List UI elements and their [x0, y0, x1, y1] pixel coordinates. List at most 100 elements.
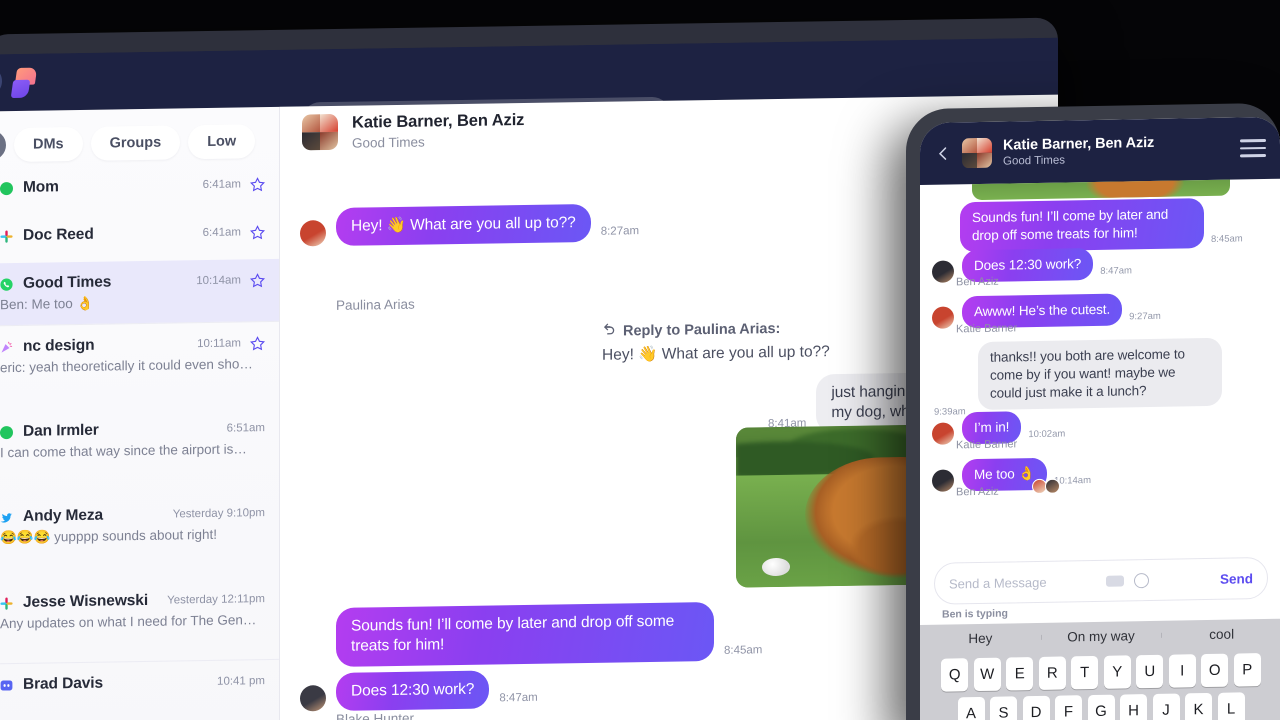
screenshot-stage: Search ⌘K DMs Groups Low: [0, 0, 1280, 720]
conversation-name: Dan Irmler: [23, 421, 99, 440]
message-sender: Ben Aziz: [956, 485, 999, 499]
tab-all-avatar[interactable]: [0, 130, 6, 161]
list-item-selected[interactable]: Good Times 10:14am Ben: Me too 👌: [0, 258, 279, 326]
message-timestamp: 9:27am: [1129, 310, 1161, 323]
conversation-name: Jesse Wisnewski: [23, 591, 149, 611]
message-row: Does 12:30 work? 8:47am: [300, 670, 538, 712]
avatar: [300, 220, 326, 247]
send-button[interactable]: Send: [1220, 571, 1253, 587]
key-h[interactable]: H: [1120, 694, 1147, 720]
key-o[interactable]: O: [1201, 653, 1229, 688]
conversation-sidebar: DMs Groups Low Mom 6:41am Doc Reed 6:41a…: [0, 106, 280, 720]
key-e[interactable]: E: [1006, 657, 1034, 691]
key-j[interactable]: J: [1152, 693, 1180, 720]
message-sender: Blake Hunter: [336, 710, 415, 720]
avatar: [932, 260, 954, 283]
message-timestamp: 8:47am: [1100, 265, 1132, 277]
chevron-left-icon[interactable]: [936, 146, 950, 160]
group-avatar[interactable]: [302, 113, 338, 151]
nav-left-circle-icon: [0, 66, 2, 97]
phone-chat-title: Katie Barner, Ben Aziz: [1003, 134, 1155, 154]
conversation-time: Yesterday 12:11pm: [167, 593, 265, 607]
reaction-avatars[interactable]: [1032, 478, 1060, 495]
message-timestamp: 10:02am: [1028, 428, 1066, 441]
emoji-icon[interactable]: [1133, 572, 1149, 588]
message-timestamp: 8:27am: [600, 225, 640, 239]
message-row: thanks!! you both are welcome to come by…: [978, 337, 1222, 411]
chat-subtitle: Good Times: [352, 134, 425, 151]
gif-icon[interactable]: [1105, 574, 1124, 587]
key-l[interactable]: L: [1217, 692, 1245, 720]
reply-body: Hey! 👋 What are you all up to??: [602, 343, 830, 364]
message-timestamp: 8:45am: [1211, 233, 1243, 246]
star-icon[interactable]: [249, 224, 266, 240]
green-dot-icon: [0, 181, 13, 195]
desktop-window-frame: Search ⌘K DMs Groups Low: [0, 17, 1058, 720]
key-t[interactable]: T: [1071, 655, 1099, 690]
message-bubble[interactable]: Sounds fun! I’ll come by later and drop …: [960, 198, 1204, 253]
suggestion-1[interactable]: On my way: [1041, 627, 1162, 644]
key-y[interactable]: Y: [1103, 655, 1131, 689]
list-item[interactable]: Andy Meza Yesterday 9:10pm 😂😂😂 yupppp so…: [0, 492, 279, 559]
slack-icon: [0, 229, 13, 243]
key-k[interactable]: K: [1185, 692, 1212, 720]
key-i[interactable]: I: [1168, 654, 1196, 688]
group-avatar[interactable]: [962, 137, 992, 169]
key-f[interactable]: F: [1055, 695, 1082, 720]
reply-arrow-icon: [602, 322, 623, 340]
message-bubble[interactable]: Hey! 👋 What are you all up to??: [336, 203, 591, 247]
key-u[interactable]: U: [1136, 654, 1164, 689]
suggestion-0[interactable]: Hey: [920, 629, 1041, 646]
conversation-time: 6:51am: [226, 422, 265, 435]
message-composer[interactable]: Send a Message Send: [934, 556, 1268, 605]
slack-icon: [0, 596, 13, 610]
party-popper-icon: [0, 340, 13, 353]
conversation-name: Good Times: [23, 273, 112, 292]
suggestion-2[interactable]: cool: [1161, 625, 1280, 642]
tab-low[interactable]: Low: [188, 124, 256, 160]
message-bubble[interactable]: Sounds fun! I’ll come by later and drop …: [336, 601, 714, 667]
key-p[interactable]: P: [1233, 653, 1261, 687]
conversation-name: Doc Reed: [23, 225, 94, 244]
conversation-preview: I can come that way since the airport is…: [0, 441, 247, 461]
list-item[interactable]: Brad Davis 10:41 pm: [0, 658, 279, 712]
list-item[interactable]: nc design 10:11am eric: yeah theoretical…: [0, 320, 279, 388]
typing-status: Ben is typing: [942, 607, 1008, 621]
conversation-time: 10:41 pm: [217, 675, 265, 688]
keyboard-suggestions: Hey On my way cool: [920, 619, 1280, 653]
tab-dms[interactable]: DMs: [14, 126, 83, 162]
message-row: Sounds fun! I’ll come by later and drop …: [960, 197, 1243, 253]
key-w[interactable]: W: [973, 657, 1001, 692]
phone-message-list: Sounds fun! I’ll come by later and drop …: [920, 178, 1280, 561]
conversation-time: 10:14am: [196, 274, 241, 288]
key-r[interactable]: R: [1038, 656, 1066, 690]
list-item[interactable]: Dan Irmler 6:51am I can come that way si…: [0, 407, 279, 473]
star-icon[interactable]: [249, 272, 266, 288]
conversation-name: Andy Meza: [23, 506, 104, 525]
star-icon[interactable]: [249, 335, 266, 351]
green-dot-icon: [0, 425, 13, 439]
hamburger-menu-icon[interactable]: [1240, 134, 1266, 162]
message-bubble[interactable]: Does 12:30 work?: [336, 670, 490, 712]
message-timestamp: 8:45am: [724, 644, 763, 657]
list-item[interactable]: Mom 6:41am: [0, 163, 279, 216]
star-icon[interactable]: [249, 176, 266, 192]
keyboard-row-1: Q W E R T Y U I O P: [920, 653, 1280, 692]
key-s[interactable]: S: [990, 696, 1017, 720]
key-q[interactable]: Q: [941, 658, 969, 692]
twitter-icon: [0, 510, 13, 523]
key-d[interactable]: D: [1022, 695, 1050, 720]
conversation-time: 6:41am: [202, 178, 241, 192]
message-bubble[interactable]: thanks!! you both are welcome to come by…: [978, 337, 1222, 411]
desktop-window-content: Search ⌘K DMs Groups Low: [0, 37, 1058, 720]
list-item[interactable]: Doc Reed 6:41am: [0, 211, 279, 264]
message-sender: Katie Barner: [956, 438, 1018, 452]
key-g[interactable]: G: [1087, 694, 1115, 720]
key-a[interactable]: A: [957, 696, 985, 720]
list-item[interactable]: Jesse Wisnewski Yesterday 12:11pm Any up…: [0, 578, 279, 644]
conversation-name: Brad Davis: [23, 674, 103, 693]
app-logo-icon[interactable]: [10, 67, 38, 99]
tab-groups[interactable]: Groups: [90, 125, 181, 161]
avatar: [932, 306, 954, 329]
onscreen-keyboard: Hey On my way cool Q W E R T Y U I O P A…: [920, 618, 1280, 720]
